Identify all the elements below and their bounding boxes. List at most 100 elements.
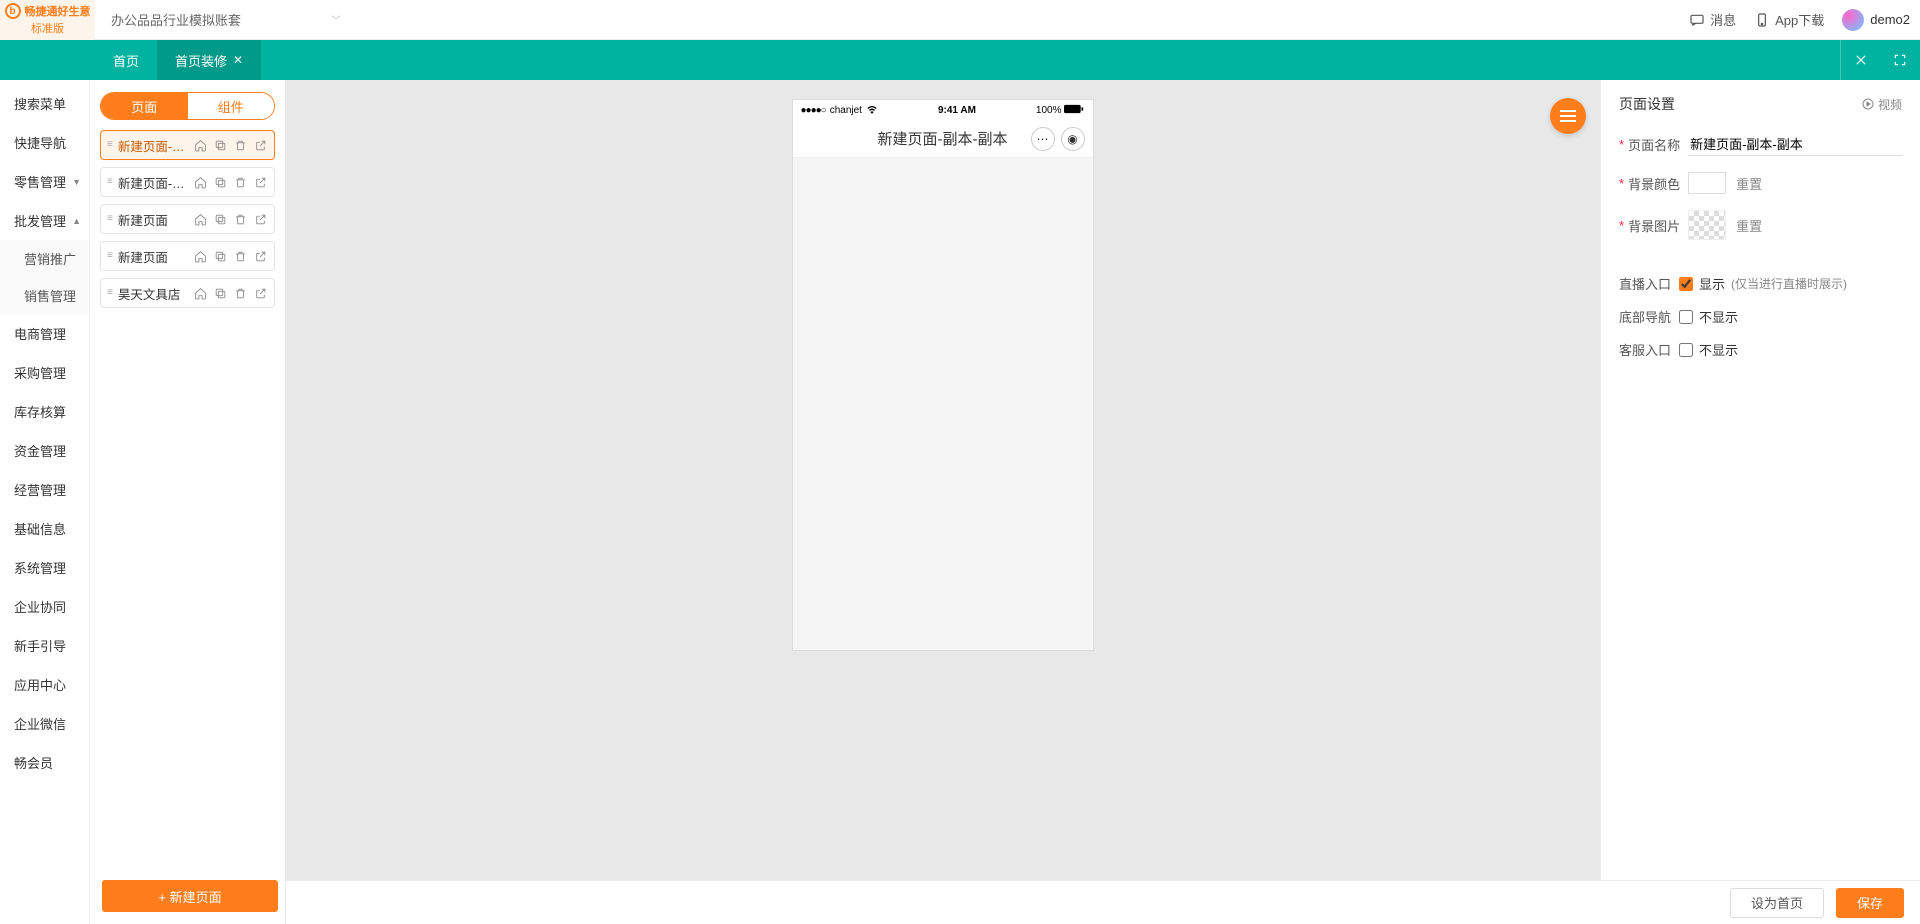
row-live-entry: 直播入口 显示 (仅当进行直播时展示): [1619, 274, 1902, 293]
tab-home[interactable]: 首页: [95, 40, 157, 80]
chevron-down-icon: ﹀: [331, 12, 341, 27]
row-bg-image: * 背景图片 重置: [1619, 210, 1902, 240]
header-message[interactable]: 消息: [1689, 10, 1736, 29]
save-button[interactable]: 保存: [1836, 888, 1904, 918]
drag-handle-icon[interactable]: ≡: [107, 177, 113, 187]
drag-handle-icon[interactable]: ≡: [107, 140, 113, 150]
brand-block: b 畅捷通好生意 标准版: [0, 0, 95, 40]
copy-icon[interactable]: [213, 212, 228, 227]
page-name-input[interactable]: [1688, 132, 1902, 156]
home-icon[interactable]: [193, 286, 208, 301]
page-list: ≡新建页面-副本...≡新建页面-副本≡新建页面≡新建页面≡昊天文具店: [100, 130, 275, 308]
nav-sub-3-1[interactable]: 销售管理: [0, 277, 89, 314]
page-item-4[interactable]: ≡ 昊天文具店: [100, 278, 275, 308]
new-page-button[interactable]: + 新建页面: [102, 880, 278, 912]
page-item-2[interactable]: ≡ 新建页面: [100, 204, 275, 234]
segment-control: 页面 组件: [100, 92, 275, 120]
page-item-name: 昊天文具店: [118, 284, 188, 303]
segment-page[interactable]: 页面: [101, 93, 188, 119]
nav-item-4[interactable]: 电商管理: [0, 314, 89, 353]
tab-decor[interactable]: 首页装修 ✕: [157, 40, 261, 80]
drag-handle-icon[interactable]: ≡: [107, 214, 113, 224]
bottom-nav-checkbox[interactable]: [1679, 310, 1693, 324]
page-item-3[interactable]: ≡ 新建页面: [100, 241, 275, 271]
page-item-1[interactable]: ≡ 新建页面-副本: [100, 167, 275, 197]
nav-item-15[interactable]: 畅会员: [0, 743, 89, 782]
caret-icon: ▼: [72, 177, 81, 187]
close-icon[interactable]: ✕: [233, 53, 243, 67]
top-header: b 畅捷通好生意 标准版 办公品品行业模拟账套 ﹀ 消息 App下载 demo2: [0, 0, 1920, 40]
home-icon[interactable]: [193, 249, 208, 264]
nav-item-9[interactable]: 基础信息: [0, 509, 89, 548]
home-icon[interactable]: [193, 175, 208, 190]
copy-icon[interactable]: [213, 249, 228, 264]
delete-icon[interactable]: [233, 212, 248, 227]
phone-status-bar: ●●●●○ chanjet 9:41 AM 100%: [793, 100, 1093, 120]
page-item-0[interactable]: ≡新建页面-副本...: [100, 130, 275, 160]
external-link-icon[interactable]: [253, 138, 268, 153]
external-link-icon[interactable]: [253, 212, 268, 227]
nav-item-13[interactable]: 应用中心: [0, 665, 89, 704]
phone-icon: [1754, 12, 1770, 28]
page-item-name: 新建页面: [118, 247, 188, 266]
wifi-icon: [866, 104, 878, 117]
nav-item-2[interactable]: 零售管理▼: [0, 162, 89, 201]
page-item-name: 新建页面-副本: [118, 173, 188, 192]
nav-item-10[interactable]: 系统管理: [0, 548, 89, 587]
nav-sub-3-0[interactable]: 营销推广: [0, 240, 89, 277]
bg-color-reset[interactable]: 重置: [1736, 174, 1762, 193]
nav-item-12[interactable]: 新手引导: [0, 626, 89, 665]
set-home-button[interactable]: 设为首页: [1730, 888, 1824, 918]
username: demo2: [1870, 12, 1910, 27]
drag-handle-icon[interactable]: ≡: [107, 288, 113, 298]
brand-logo-icon: b: [5, 3, 21, 19]
cs-entry-checkbox[interactable]: [1679, 343, 1693, 357]
live-entry-checkbox[interactable]: [1679, 277, 1693, 291]
external-link-icon[interactable]: [253, 286, 268, 301]
nav-item-14[interactable]: 企业微信: [0, 704, 89, 743]
canvas-menu-fab[interactable]: [1550, 98, 1586, 134]
account-selector[interactable]: 办公品品行业模拟账套 ﹀: [111, 10, 341, 29]
nav-item-6[interactable]: 库存核算: [0, 392, 89, 431]
workspace: 页面 组件 ≡新建页面-副本...≡新建页面-副本≡新建页面≡新建页面≡昊天文具…: [90, 80, 1920, 924]
delete-icon[interactable]: [233, 286, 248, 301]
nav-item-1[interactable]: 快捷导航: [0, 123, 89, 162]
avatar[interactable]: [1842, 9, 1864, 31]
tabstrip-close-button[interactable]: [1840, 40, 1880, 80]
page-panel: 页面 组件 ≡新建页面-副本...≡新建页面-副本≡新建页面≡新建页面≡昊天文具…: [90, 80, 285, 924]
caret-icon: ▲: [72, 216, 81, 226]
side-nav: 搜索菜单快捷导航零售管理▼批发管理▲营销推广销售管理电商管理采购管理库存核算资金…: [0, 80, 90, 924]
copy-icon[interactable]: [213, 286, 228, 301]
copy-icon[interactable]: [213, 175, 228, 190]
main-area: 搜索菜单快捷导航零售管理▼批发管理▲营销推广销售管理电商管理采购管理库存核算资金…: [0, 80, 1920, 924]
nav-item-8[interactable]: 经营管理: [0, 470, 89, 509]
tabstrip-fullscreen-button[interactable]: [1880, 40, 1920, 80]
capsule-close-icon: ◉: [1061, 127, 1085, 151]
nav-item-0[interactable]: 搜索菜单: [0, 84, 89, 123]
nav-item-7[interactable]: 资金管理: [0, 431, 89, 470]
row-page-name: * 页面名称: [1619, 132, 1902, 156]
bg-color-swatch[interactable]: [1688, 172, 1726, 194]
footer: 设为首页 保存: [286, 880, 1920, 924]
delete-icon[interactable]: [233, 175, 248, 190]
delete-icon[interactable]: [233, 249, 248, 264]
segment-component[interactable]: 组件: [188, 93, 275, 119]
nav-item-5[interactable]: 采购管理: [0, 353, 89, 392]
page-item-name: 新建页面: [118, 210, 188, 229]
header-download[interactable]: App下载: [1754, 10, 1824, 29]
video-link[interactable]: 视频: [1862, 96, 1902, 113]
copy-icon[interactable]: [213, 138, 228, 153]
nav-item-3[interactable]: 批发管理▲: [0, 201, 89, 240]
phone-title: 新建页面-副本-副本: [878, 128, 1008, 149]
external-link-icon[interactable]: [253, 175, 268, 190]
drag-handle-icon[interactable]: ≡: [107, 251, 113, 261]
home-icon[interactable]: [193, 138, 208, 153]
home-icon[interactable]: [193, 212, 208, 227]
signal-icon: ●●●●○: [801, 105, 826, 116]
nav-item-11[interactable]: 企业协同: [0, 587, 89, 626]
delete-icon[interactable]: [233, 138, 248, 153]
battery-label: 100%: [1036, 105, 1062, 116]
bg-image-swatch[interactable]: [1688, 210, 1726, 240]
bg-image-reset[interactable]: 重置: [1736, 216, 1762, 235]
external-link-icon[interactable]: [253, 249, 268, 264]
